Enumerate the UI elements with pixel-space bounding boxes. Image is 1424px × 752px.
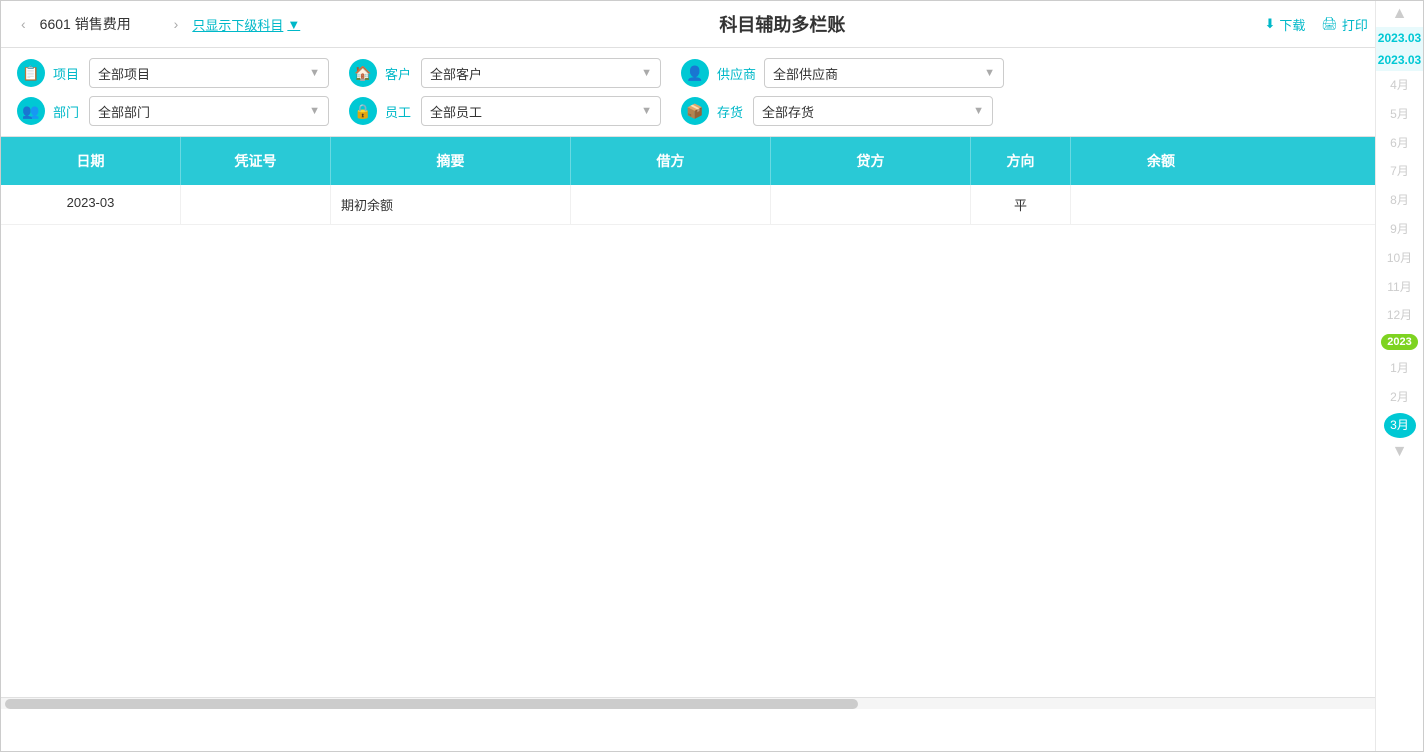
inventory-icon: 📦	[681, 97, 709, 125]
chevron-down-icon: ▼	[641, 67, 652, 79]
month-7[interactable]: 7月	[1376, 157, 1423, 186]
filter-project: 📋 项目 全部项目 ▼	[17, 58, 329, 88]
department-label: 部门	[53, 102, 81, 121]
department-icon: 👥	[17, 97, 45, 125]
filter-customer: 🏠 客户 全部客户 ▼	[349, 58, 661, 88]
employee-select[interactable]: 全部员工 ▼	[421, 96, 661, 126]
main-window: ‹ 6601 销售费用 › 只显示下级科目 ▼ 科目辅助多栏账 ⬇ 下载 🖨 打…	[0, 0, 1424, 752]
table-row: 2023-03 期初余额 平	[1, 185, 1423, 225]
month-10[interactable]: 10月	[1376, 244, 1423, 273]
customer-select[interactable]: 全部客户 ▼	[421, 58, 661, 88]
filter-row-1: 📋 项目 全部项目 ▼ 🏠 客户 全部客户 ▼ 👤 供应商	[17, 58, 1407, 88]
filters-area: 📋 项目 全部项目 ▼ 🏠 客户 全部客户 ▼ 👤 供应商	[1, 48, 1423, 137]
table-body: 2023-03 期初余额 平	[1, 185, 1423, 697]
col-summary: 摘要	[331, 137, 571, 185]
cell-direction: 平	[971, 185, 1071, 224]
chevron-down-icon: ▼	[973, 105, 984, 117]
col-credit: 贷方	[771, 137, 971, 185]
col-direction: 方向	[971, 137, 1071, 185]
cell-summary: 期初余额	[331, 185, 571, 224]
supplier-select[interactable]: 全部供应商 ▼	[764, 58, 1004, 88]
filter-supplier: 👤 供应商 全部供应商 ▼	[681, 58, 1004, 88]
show-sub-toggle[interactable]: 只显示下级科目 ▼	[192, 15, 300, 34]
department-select[interactable]: 全部部门 ▼	[89, 96, 329, 126]
filter-employee: 🔒 员工 全部员工 ▼	[349, 96, 661, 126]
download-icon: ⬇	[1264, 16, 1275, 32]
page-title: 科目辅助多栏账	[310, 11, 1254, 37]
download-button[interactable]: ⬇ 下载	[1264, 15, 1305, 34]
next-arrow[interactable]: ›	[170, 14, 183, 34]
print-button[interactable]: 🖨 打印	[1321, 15, 1368, 34]
employee-icon: 🔒	[349, 97, 377, 125]
project-label: 项目	[53, 64, 81, 83]
filter-inventory: 📦 存货 全部存货 ▼	[681, 96, 993, 126]
timeline-down-arrow[interactable]: ▼	[1392, 439, 1408, 465]
month-1[interactable]: 1月	[1376, 354, 1423, 383]
print-icon: 🖨	[1321, 16, 1338, 32]
chevron-down-icon: ▼	[287, 17, 300, 32]
customer-label: 客户	[385, 64, 413, 83]
month-4[interactable]: 4月	[1376, 71, 1423, 100]
month-8[interactable]: 8月	[1376, 186, 1423, 215]
supplier-label: 供应商	[717, 64, 756, 83]
cell-debit	[571, 185, 771, 224]
month-6[interactable]: 6月	[1376, 129, 1423, 158]
table-header: 日期 凭证号 摘要 借方 贷方 方向 余额	[1, 137, 1423, 185]
horizontal-scrollbar[interactable]	[1, 697, 1423, 709]
cell-voucher	[181, 185, 331, 224]
period-2023-03-sub[interactable]: 2023.03	[1376, 49, 1423, 71]
month-3-active[interactable]: 3月	[1384, 413, 1416, 438]
inventory-label: 存货	[717, 102, 745, 121]
year-badge-container: 2023	[1376, 332, 1423, 352]
chevron-down-icon: ▼	[309, 105, 320, 117]
table-area: 日期 凭证号 摘要 借方 贷方 方向 余额 2023-03 期初余额 平	[1, 137, 1423, 709]
chevron-down-icon: ▼	[984, 67, 995, 79]
account-label: 6601 销售费用	[40, 14, 160, 34]
header: ‹ 6601 销售费用 › 只显示下级科目 ▼ 科目辅助多栏账 ⬇ 下载 🖨 打…	[1, 1, 1423, 48]
customer-icon: 🏠	[349, 59, 377, 87]
month-12[interactable]: 12月	[1376, 301, 1423, 330]
supplier-icon: 👤	[681, 59, 709, 87]
chevron-down-icon: ▼	[641, 105, 652, 117]
chevron-down-icon: ▼	[309, 67, 320, 79]
filter-row-2: 👥 部门 全部部门 ▼ 🔒 员工 全部员工 ▼ 📦 存货	[17, 96, 1407, 126]
project-select[interactable]: 全部项目 ▼	[89, 58, 329, 88]
employee-label: 员工	[385, 102, 413, 121]
col-debit: 借方	[571, 137, 771, 185]
month-5[interactable]: 5月	[1376, 100, 1423, 129]
col-balance: 余额	[1071, 137, 1251, 185]
period-2023-03-top[interactable]: 2023.03	[1376, 27, 1423, 49]
timeline-up-arrow[interactable]: ▲	[1392, 1, 1408, 27]
filter-department: 👥 部门 全部部门 ▼	[17, 96, 329, 126]
col-voucher: 凭证号	[181, 137, 331, 185]
project-icon: 📋	[17, 59, 45, 87]
month-9[interactable]: 9月	[1376, 215, 1423, 244]
month-2[interactable]: 2月	[1376, 383, 1423, 412]
cell-credit	[771, 185, 971, 224]
cell-balance	[1071, 185, 1251, 224]
col-date: 日期	[1, 137, 181, 185]
month-11[interactable]: 11月	[1376, 273, 1423, 302]
cell-date: 2023-03	[1, 185, 181, 224]
inventory-select[interactable]: 全部存货 ▼	[753, 96, 993, 126]
year-badge-2023: 2023	[1381, 334, 1417, 350]
side-timeline: ▲ 2023.03 2023.03 4月 5月 6月 7月 8月 9月 10月 …	[1375, 1, 1423, 751]
prev-arrow[interactable]: ‹	[17, 14, 30, 34]
